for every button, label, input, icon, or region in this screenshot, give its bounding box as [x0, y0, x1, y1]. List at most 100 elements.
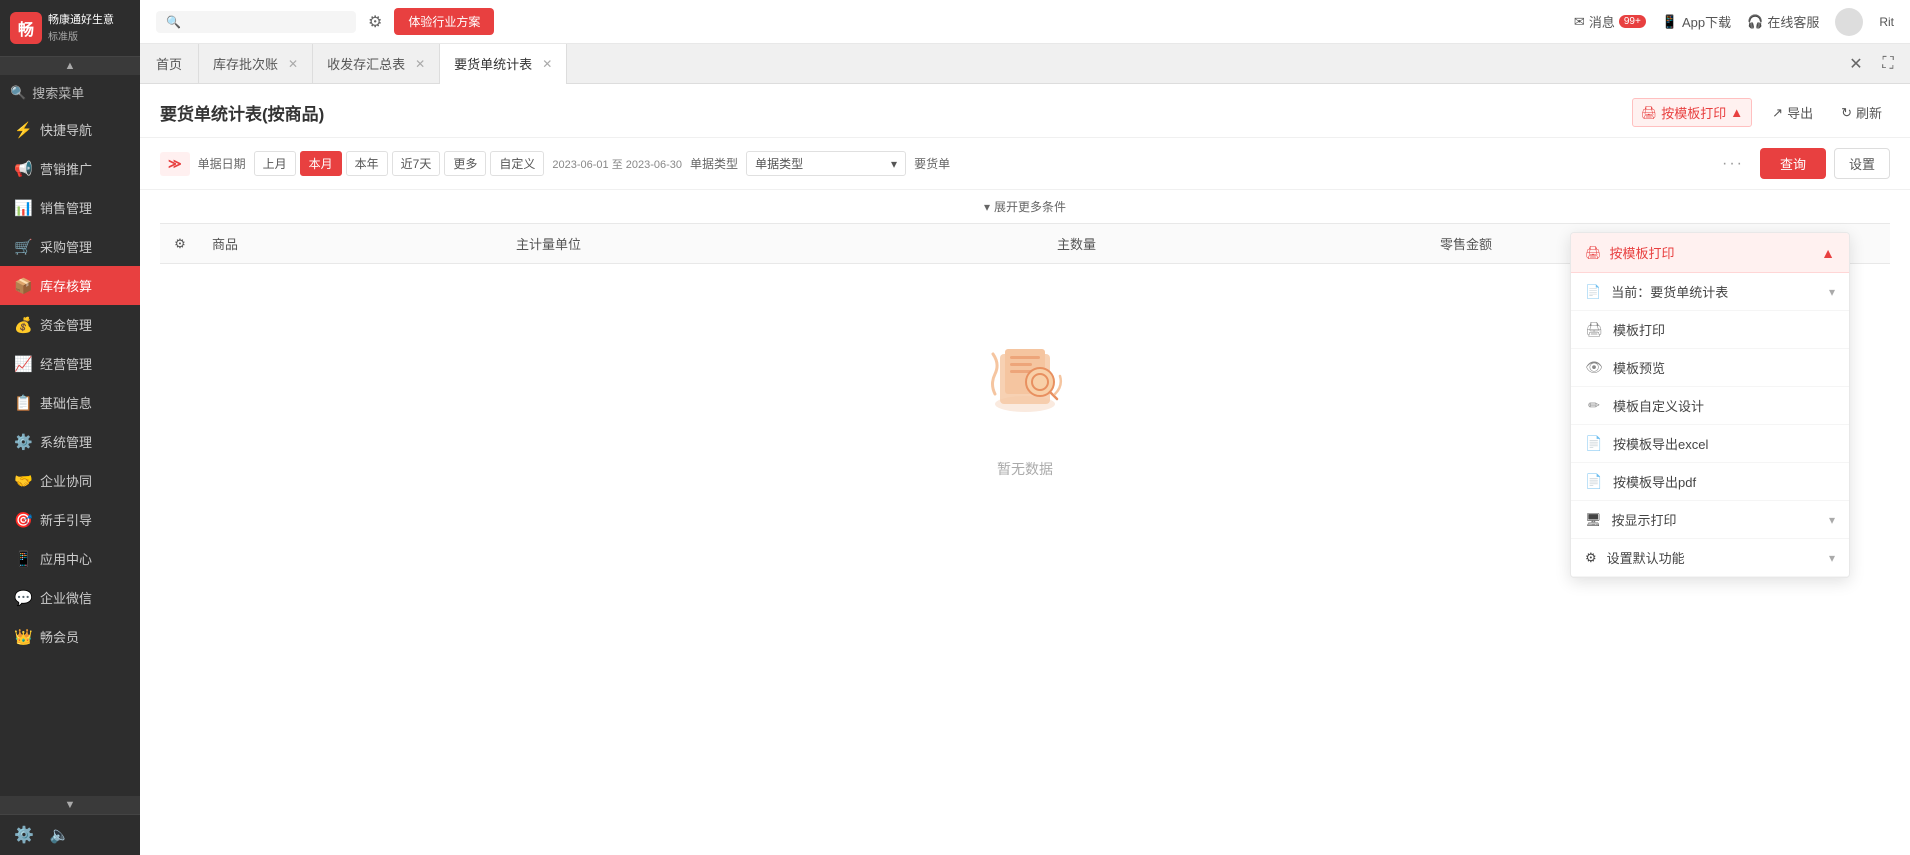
expand-more-button[interactable]: ▾ 展开更多条件: [972, 194, 1078, 219]
sidebar-item-inventory[interactable]: 📦 库存核算: [0, 266, 140, 305]
excel-icon: 📄: [1585, 435, 1603, 452]
dropdown-item-export-excel[interactable]: 📄 按模板导出excel: [1571, 425, 1849, 463]
print-template-button[interactable]: 🖨 按模板打印 ▲: [1632, 98, 1752, 127]
sidebar-search[interactable]: 🔍 搜索菜单: [0, 75, 140, 110]
user-avatar[interactable]: [1835, 8, 1863, 36]
nav-label-vip: 畅会员: [40, 627, 79, 646]
settings-icon[interactable]: ⚙️: [14, 825, 34, 845]
online-service-label: 在线客服: [1767, 12, 1819, 31]
export-pdf-label: 按模板导出pdf: [1613, 472, 1696, 491]
tab-batch-account[interactable]: 库存批次账 ✕: [199, 44, 313, 84]
page-header: 要货单统计表(按商品) 🖨 按模板打印 ▲ ↗ 导出 ↻ 刷新: [140, 84, 1910, 138]
topbar-search[interactable]: 🔍: [156, 11, 356, 33]
volume-icon[interactable]: 🔈: [50, 825, 70, 845]
tab-maximize-button[interactable]: ⛶: [1874, 50, 1902, 78]
print-label: 模板打印: [1613, 320, 1665, 339]
search-icon: 🔍: [10, 85, 26, 101]
headset-icon: 🎧: [1747, 14, 1763, 30]
print-template-dropdown: 🖨 按模板打印 ▲ 📄 当前：要货单统计表 ▾ 🖨 模板打印 👁 模板预览: [1570, 232, 1850, 578]
date-btn-custom[interactable]: 自定义: [490, 151, 544, 176]
table-header-unit: 主计量单位: [504, 224, 1045, 264]
dropdown-item-custom-design[interactable]: ✏ 模板自定义设计: [1571, 387, 1849, 425]
tab-home[interactable]: 首页: [140, 44, 199, 84]
dropdown-item-export-pdf[interactable]: 📄 按模板导出pdf: [1571, 463, 1849, 501]
chevron-up-icon: ▲: [1730, 105, 1743, 120]
message-icon: ✉: [1574, 14, 1585, 30]
filter-expand-button[interactable]: ≫: [160, 152, 190, 176]
page-area: 要货单统计表(按商品) 🖨 按模板打印 ▲ ↗ 导出 ↻ 刷新: [140, 84, 1910, 855]
tab-order-stats-close[interactable]: ✕: [542, 57, 552, 71]
printer-icon: 🖨: [1641, 105, 1658, 121]
export-icon: ↗: [1772, 105, 1783, 121]
experience-industry-button[interactable]: 体验行业方案: [394, 8, 494, 35]
dropdown-item-preview[interactable]: 👁 模板预览: [1571, 349, 1849, 387]
tab-batch-account-label: 库存批次账: [213, 54, 278, 73]
tab-payment-summary[interactable]: 收发存汇总表 ✕: [313, 44, 440, 84]
preview-icon: 👁: [1585, 359, 1603, 376]
online-service-button[interactable]: 🎧 在线客服: [1747, 12, 1819, 31]
topbar: 🔍 ⚙ 体验行业方案 ✉ 消息 99+ 📱 App下载 🎧 在线客服 Rit: [140, 0, 1910, 44]
dropdown-close-arrow[interactable]: ▲: [1821, 245, 1835, 261]
display-print-left: 🖥 按显示打印: [1585, 510, 1677, 529]
dropdown-item-print[interactable]: 🖨 模板打印: [1571, 311, 1849, 349]
empty-icon: [975, 324, 1075, 443]
refresh-icon: ↻: [1841, 105, 1852, 121]
dropdown-display-print-section[interactable]: 🖥 按显示打印 ▾: [1571, 501, 1849, 539]
sidebar-scroll-up[interactable]: ▲: [0, 57, 140, 75]
sidebar-item-newbie[interactable]: 🎯 新手引导: [0, 500, 140, 539]
date-btn-this-year[interactable]: 本年: [346, 151, 388, 176]
print-template-label: 按模板打印: [1661, 103, 1726, 122]
sidebar-item-finance[interactable]: 💰 资金管理: [0, 305, 140, 344]
nav-icon-purchase: 🛒: [14, 238, 32, 256]
nav-icon-operations: 📈: [14, 355, 32, 373]
nav-label-app: 应用中心: [40, 549, 92, 568]
sidebar-item-quick-nav[interactable]: ⚡ 快捷导航: [0, 110, 140, 149]
gear-icon: ⚙: [174, 236, 186, 251]
nav-icon-vip: 👑: [14, 628, 32, 646]
date-btn-last-month[interactable]: 上月: [254, 151, 296, 176]
tab-payment-summary-close[interactable]: ✕: [415, 57, 425, 71]
sidebar-item-sales[interactable]: 📊 销售管理: [0, 188, 140, 227]
tab-batch-account-close[interactable]: ✕: [288, 57, 298, 71]
default-settings-left: ⚙ 设置默认功能: [1585, 548, 1685, 567]
dropdown-default-settings-section[interactable]: ⚙ 设置默认功能 ▾: [1571, 539, 1849, 577]
tab-order-stats[interactable]: 要货单统计表 ✕: [440, 44, 567, 84]
more-options-button[interactable]: ···: [1714, 151, 1752, 177]
sidebar-item-purchase[interactable]: 🛒 采购管理: [0, 227, 140, 266]
date-btn-7days[interactable]: 近7天: [392, 151, 441, 176]
tab-close-current-button[interactable]: ✕: [1842, 50, 1870, 78]
nav-label-marketing: 营销推广: [40, 159, 92, 178]
nav-icon-cooperation: 🤝: [14, 472, 32, 490]
topbar-gear-icon[interactable]: ⚙: [368, 12, 382, 32]
table-header-settings[interactable]: ⚙: [160, 224, 200, 264]
date-btn-more[interactable]: 更多: [444, 151, 486, 176]
dropdown-header[interactable]: 🖨 按模板打印 ▲: [1571, 233, 1849, 273]
topbar-right: ✉ 消息 99+ 📱 App下载 🎧 在线客服 Rit: [1574, 8, 1894, 36]
nav-label-basics: 基础信息: [40, 393, 92, 412]
sidebar-item-enterprise-wechat[interactable]: 💬 企业微信: [0, 578, 140, 617]
default-settings-label: 设置默认功能: [1607, 548, 1685, 567]
sidebar-item-system[interactable]: ⚙️ 系统管理: [0, 422, 140, 461]
export-button[interactable]: ↗ 导出: [1764, 99, 1821, 126]
sidebar-item-cooperation[interactable]: 🤝 企业协同: [0, 461, 140, 500]
messages-button[interactable]: ✉ 消息 99+: [1574, 12, 1646, 31]
dropdown-current-template-section[interactable]: 📄 当前：要货单统计表 ▾: [1571, 273, 1849, 311]
sidebar-item-vip[interactable]: 👑 畅会员: [0, 617, 140, 656]
settings-button[interactable]: 设置: [1834, 148, 1890, 179]
sidebar-item-app-center[interactable]: 📱 应用中心: [0, 539, 140, 578]
sidebar-item-basics[interactable]: 📋 基础信息: [0, 383, 140, 422]
refresh-button[interactable]: ↻ 刷新: [1833, 99, 1890, 126]
date-btn-this-month[interactable]: 本月: [300, 151, 342, 176]
sidebar-scroll-down[interactable]: ▼: [0, 796, 140, 814]
sidebar-item-marketing[interactable]: 📢 营销推广: [0, 149, 140, 188]
order-type-select[interactable]: 单据类型 ▾: [746, 151, 906, 176]
app-name: 畅康通好生意: [48, 13, 114, 28]
dropdown-header-left: 🖨 按模板打印: [1585, 243, 1675, 262]
app-download-button[interactable]: 📱 App下载: [1662, 12, 1731, 31]
sidebar: 畅 畅康通好生意 标准版 ▲ 🔍 搜索菜单 ⚡ 快捷导航 📢 营销推广 📊 销售…: [0, 0, 140, 855]
sidebar-item-operations[interactable]: 📈 经营管理: [0, 344, 140, 383]
topbar-search-icon: 🔍: [166, 15, 181, 29]
design-icon: ✏: [1585, 397, 1603, 414]
user-name[interactable]: Rit: [1879, 15, 1894, 29]
query-button[interactable]: 查询: [1760, 148, 1826, 179]
